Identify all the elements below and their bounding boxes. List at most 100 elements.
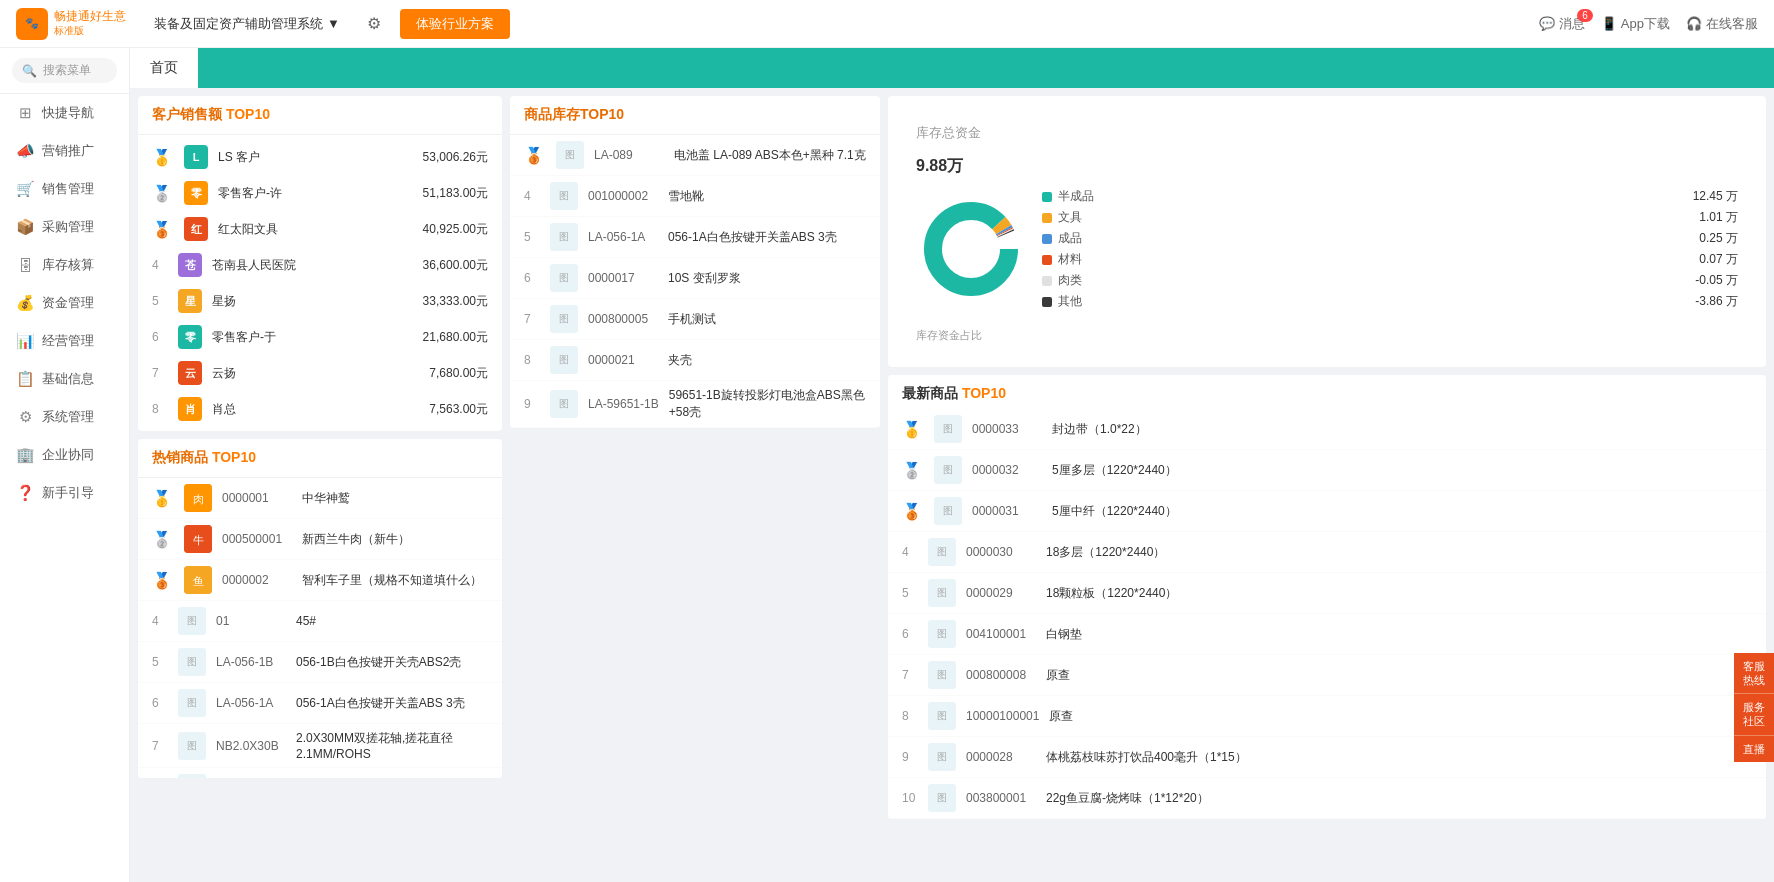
float-live-btn[interactable]: 直播 [1734,735,1774,762]
legend-item-other: 其他 -3.86 万 [1042,293,1738,310]
product-code: 0000028 [966,750,1036,764]
list-item: 5 星 星扬 33,333.00元 [138,283,502,319]
customer-amount: 7,680.00元 [429,365,488,382]
product-name: 45# [296,614,488,628]
product-name: 智利车子里（规格不知道填什么） [302,572,488,589]
list-item: 8 图 10000100001 原查 [888,696,1766,737]
legend-color [1042,192,1052,202]
trial-button[interactable]: 体验行业方案 [400,9,510,39]
sidebar-item-guide[interactable]: ❓ 新手引导 [0,474,129,512]
product-placeholder: 图 [550,346,578,374]
legend-color [1042,255,1052,265]
home-icon: ⊞ [16,104,34,122]
customer-amount: 36,600.00元 [423,257,488,274]
inventory-donut-chart [916,194,1026,304]
product-name: 体桃荔枝味苏打饮品400毫升（1*15） [1046,749,1752,766]
medal-icon: 🥈 [152,530,172,549]
product-placeholder: 图 [550,305,578,333]
list-item: 4 图 0000030 18多层（1220*2440） [888,532,1766,573]
legend-color [1042,276,1052,286]
legend-item-stationery: 文具 1.01 万 [1042,209,1738,226]
product-code: 0000032 [972,463,1042,477]
list-item: 7 云 云扬 7,680.00元 [138,355,502,391]
product-placeholder: 图 [550,264,578,292]
header: 🐾 畅捷通好生意 标准版 装备及固定资产辅助管理系统 ▼ ⚙ 体验行业方案 💬 … [0,0,1774,48]
customer-name: 零售客户-许 [218,185,413,202]
product-code: 0000033 [972,422,1042,436]
avatar: 肖 [178,397,202,421]
search-input-trigger[interactable]: 🔍 搜索菜单 [12,58,117,83]
sidebar-item-purchase[interactable]: 📦 采购管理 [0,208,129,246]
product-code: LA-056-1A [588,230,658,244]
product-code: 003800001 [966,791,1036,805]
product-placeholder: 图 [928,784,956,812]
sidebar-item-label: 快捷导航 [42,104,94,122]
app-download-button[interactable]: 📱 App下载 [1601,15,1670,33]
sidebar-item-inventory[interactable]: 🗄 库存核算 [0,246,129,284]
product-name: 18多层（1220*2440） [1046,544,1752,561]
system-name: 装备及固定资产辅助管理系统 [154,15,323,33]
product-name: 056-1A白色按键开关盖ABS 3壳 [668,229,866,246]
product-placeholder: 图 [928,579,956,607]
sidebar-item-finance[interactable]: 💰 资金管理 [0,284,129,322]
system-selector[interactable]: 装备及固定资产辅助管理系统 ▼ [146,15,348,33]
product-name: 封边带（1.0*22） [1052,421,1752,438]
medal-icon: 🥉 [902,502,922,521]
list-item: 🥈 牛 000500001 新西兰牛肉（新牛） [138,519,502,560]
avatar: 星 [178,289,202,313]
list-item: 🥉 图 0000031 5厘中纤（1220*2440） [888,491,1766,532]
headset-icon: 🎧 [1686,16,1702,31]
inventory-label: 库存总资金 [916,124,1738,142]
sidebar-item-basic[interactable]: 📋 基础信息 [0,360,129,398]
sidebar-item-sales[interactable]: 🛒 销售管理 [0,170,129,208]
product-placeholder: 图 [550,182,578,210]
svg-text:鱼: 鱼 [193,575,204,587]
sidebar-item-company[interactable]: 🏢 企业协同 [0,436,129,474]
sidebar-item-quick-nav[interactable]: ⊞ 快捷导航 [0,94,129,132]
list-item: 7 图 000800005 手机测试 [510,299,880,340]
sidebar-item-operation[interactable]: 📊 经营管理 [0,322,129,360]
sidebar-search-area[interactable]: 🔍 搜索菜单 [0,48,129,94]
svg-text:牛: 牛 [193,534,204,546]
chart-legend: 半成品 12.45 万 文具 1.01 万 成品 0 [1042,188,1738,310]
sidebar-item-label: 资金管理 [42,294,94,312]
product-thumbnail: 鱼 [184,566,212,594]
medal-icon: 🥈 [902,461,922,480]
product-code: LA-089 [594,148,664,162]
customer-amount: 51,183.00元 [423,185,488,202]
float-service-btn[interactable]: 客服热线 [1734,653,1774,694]
list-item: 7 图 000800008 原查 [888,655,1766,696]
product-name: 夹壳 [668,352,866,369]
list-item: 🥉 红 红太阳文具 40,925.00元 [138,211,502,247]
tab-home-label: 首页 [150,59,178,77]
message-button[interactable]: 💬 消息 6 [1539,15,1585,33]
cart-icon: 🛒 [16,180,34,198]
tab-home[interactable]: 首页 [130,48,198,88]
message-badge: 6 [1577,9,1593,22]
legend-item-finished: 成品 0.25 万 [1042,230,1738,247]
sidebar-item-marketing[interactable]: 📣 营销推广 [0,132,129,170]
customer-name: 云扬 [212,365,419,382]
chart-icon: 📊 [16,332,34,350]
mid-panel: 商品库存TOP10 🥉 图 LA-089 电池盖 LA-089 ABS本色+黑种… [510,88,880,882]
sidebar-item-label: 销售管理 [42,180,94,198]
legend-color [1042,234,1052,244]
main-content: 首页 客户销售额 TOP10 🥇 L LS 客户 [130,48,1774,882]
list-item: 6 图 0000017 10S 变刮罗浆 [510,258,880,299]
product-placeholder: 图 [934,497,962,525]
hot-products-title: 热销商品 TOP10 [138,439,502,478]
svg-text:肉: 肉 [193,493,204,505]
customer-amount: 40,925.00元 [423,221,488,238]
list-icon: 📋 [16,370,34,388]
list-item: 🥇 肉 0000001 中华神鹫 [138,478,502,519]
float-community-btn[interactable]: 服务社区 [1734,693,1774,735]
hot-products-list: 🥇 肉 0000001 中华神鹫 🥈 牛 00 [138,478,502,778]
gear-button[interactable]: ⚙ [360,10,388,38]
legend-item-semifinished: 半成品 12.45 万 [1042,188,1738,205]
sidebar-item-system[interactable]: ⚙ 系统管理 [0,398,129,436]
online-service-button[interactable]: 🎧 在线客服 [1686,15,1758,33]
company-icon: 🏢 [16,446,34,464]
product-name: 雪地靴 [668,188,866,205]
dashboard: 客户销售额 TOP10 🥇 L LS 客户 53,006.26元 🥈 零 [130,88,1774,882]
right-panel: 库存总资金 9.88万 [880,88,1774,882]
